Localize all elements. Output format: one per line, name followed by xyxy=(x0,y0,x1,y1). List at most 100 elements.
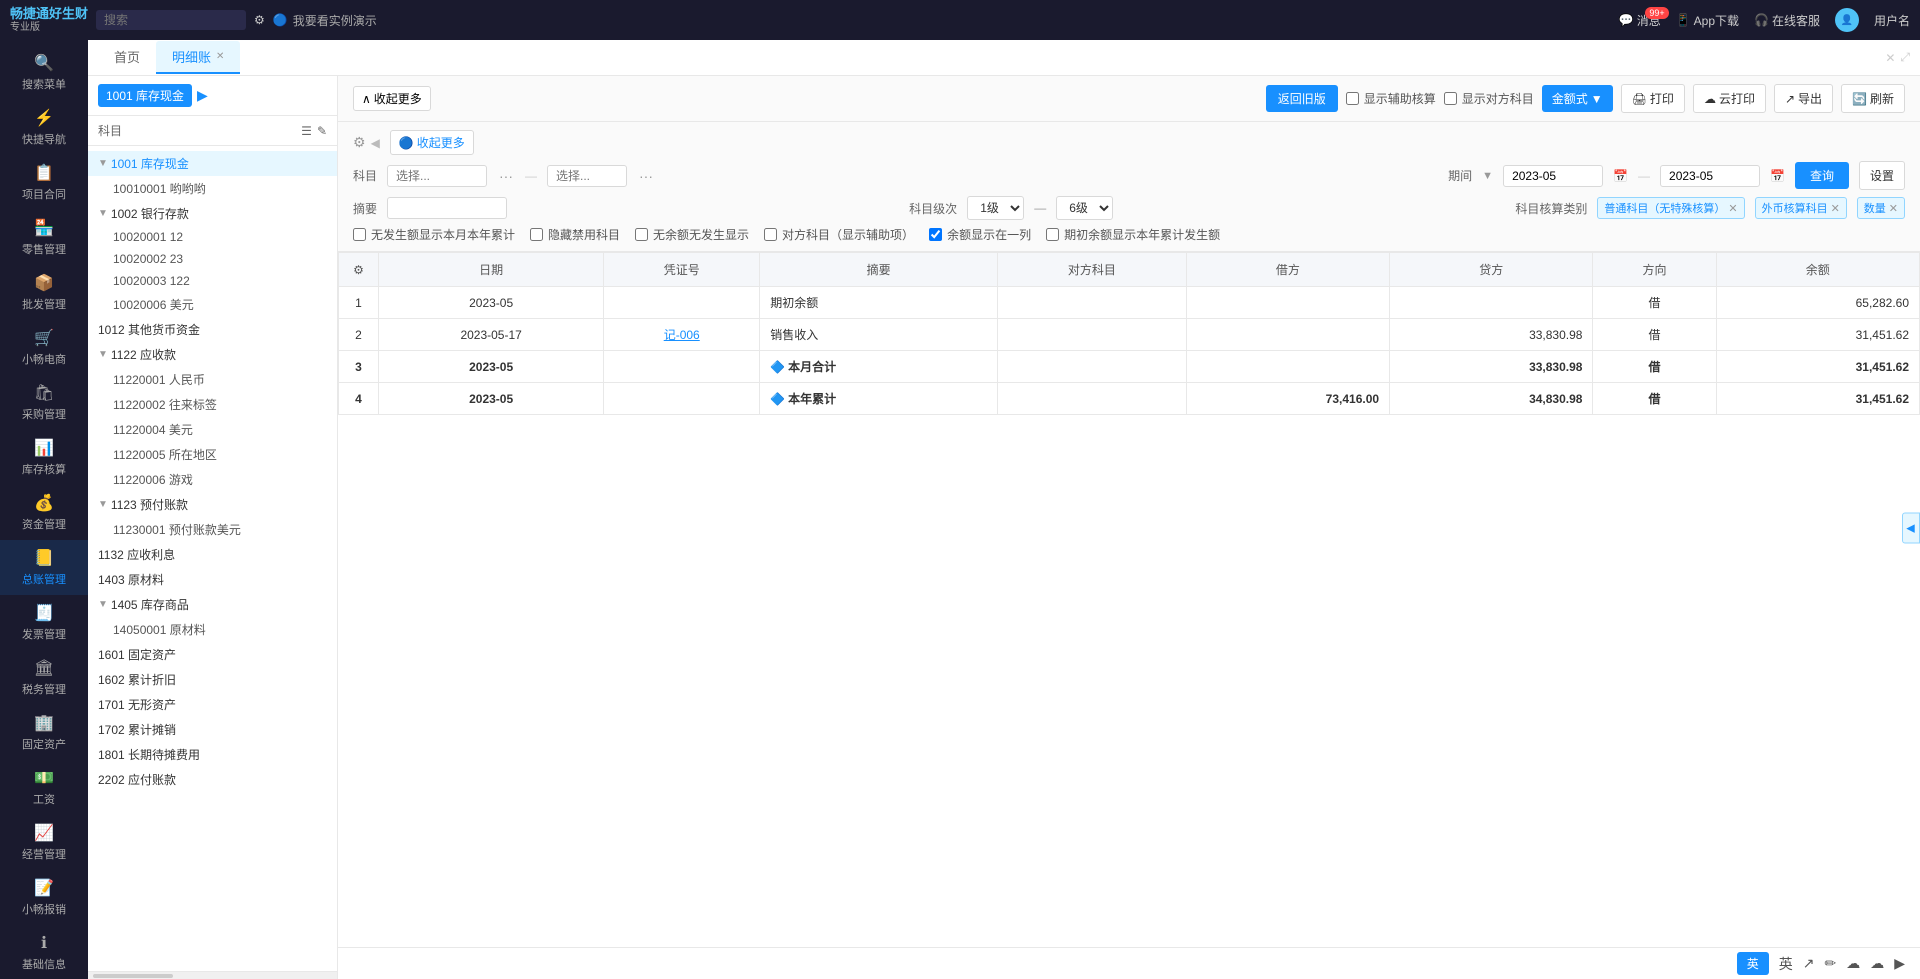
period-start-calendar-icon[interactable]: 📅 xyxy=(1613,169,1628,183)
show-contra-check-label[interactable]: 显示对方科目 xyxy=(1444,90,1534,107)
check-opening-ytd-input[interactable] xyxy=(1046,228,1059,241)
sidebar-item-quicknav[interactable]: ⚡ 快捷导航 xyxy=(0,100,88,155)
check-no-balance[interactable]: 无余额无发生显示 xyxy=(635,226,749,243)
print-btn[interactable]: 🖨 打印 xyxy=(1621,84,1685,113)
app-download-btn[interactable]: 📱 App下载 xyxy=(1676,12,1739,29)
tree-item-2202[interactable]: 2202 应付账款 xyxy=(88,767,337,792)
bottom-icon-1[interactable]: 英 xyxy=(1779,954,1793,974)
sidebar-item-project[interactable]: 📋 项目合同 xyxy=(0,155,88,210)
check-opening-ytd[interactable]: 期初余额显示本年累计发生额 xyxy=(1046,226,1220,243)
return-old-btn[interactable]: 返回旧版 xyxy=(1266,85,1338,112)
top-search-input[interactable] xyxy=(96,10,246,30)
tree-item-1123[interactable]: ▼ 1123 预付账款 xyxy=(88,492,337,517)
notification-area[interactable]: 💬 消息 99+ xyxy=(1619,12,1661,29)
subject-list-icon[interactable]: ☰ xyxy=(301,124,312,138)
period-end-calendar-icon[interactable]: 📅 xyxy=(1770,169,1785,183)
lang-switch-btn[interactable]: 英 xyxy=(1737,952,1769,975)
tree-item-1122[interactable]: ▼ 1122 应收款 xyxy=(88,342,337,367)
filter-tag-foreign-close-icon[interactable]: ✕ xyxy=(1831,202,1840,215)
check-no-amount-input[interactable] xyxy=(353,228,366,241)
cloud-print-btn[interactable]: ☁ 云打印 xyxy=(1693,84,1766,113)
tree-item-14050001[interactable]: 14050001 原材料 xyxy=(88,617,337,642)
tab-expand-btn[interactable]: ⤢ xyxy=(1900,50,1910,65)
tab-close-icon[interactable]: ✕ xyxy=(216,51,224,62)
tree-item-1701[interactable]: 1701 无形资产 xyxy=(88,692,337,717)
nav-arrow-icon[interactable]: ▶ xyxy=(197,87,208,104)
side-expand-tab[interactable]: ◀ xyxy=(1902,512,1920,543)
summary-input[interactable] xyxy=(387,197,507,219)
filter-collapse-arrow-icon[interactable]: ◀ xyxy=(371,136,380,150)
period-dropdown-icon[interactable]: ▼ xyxy=(1482,170,1493,182)
sidebar-item-finance[interactable]: 💰 资金管理 xyxy=(0,485,88,540)
collapse-more-btn[interactable]: ∧ 收起更多 xyxy=(353,86,431,111)
show-aux-checkbox[interactable] xyxy=(1346,92,1359,105)
sidebar-item-invoice[interactable]: 🧾 发票管理 xyxy=(0,595,88,650)
scheme-btn[interactable]: 🔵 收起更多 xyxy=(390,130,474,155)
voucher-link-2[interactable]: 记-006 xyxy=(664,328,700,342)
tree-item-11230001[interactable]: 11230001 预付账款美元 xyxy=(88,517,337,542)
check-contra[interactable]: 对方科目（显示辅助项） xyxy=(764,226,914,243)
sidebar-item-expense[interactable]: 📝 小畅报销 xyxy=(0,870,88,925)
subject-ellipsis-btn[interactable]: ··· xyxy=(497,168,515,184)
tree-item-11220006[interactable]: 11220006 游戏 xyxy=(88,467,337,492)
sidebar-item-assets[interactable]: 🏢 固定资产 xyxy=(0,705,88,760)
tree-item-1001[interactable]: ▼ 1001 库存现金 xyxy=(88,151,337,176)
period-end-input[interactable] xyxy=(1660,165,1760,187)
subject-end-ellipsis-btn[interactable]: ··· xyxy=(637,168,655,184)
tree-item-1002[interactable]: ▼ 1002 银行存款 xyxy=(88,201,337,226)
cell-voucher-2[interactable]: 记-006 xyxy=(604,319,760,351)
check-hide-disabled-input[interactable] xyxy=(530,228,543,241)
sidebar-item-ecommerce[interactable]: 🛒 小畅电商 xyxy=(0,320,88,375)
check-no-balance-input[interactable] xyxy=(635,228,648,241)
filter-tag-quantity[interactable]: 数量 ✕ xyxy=(1857,197,1905,219)
sidebar-item-tax[interactable]: 🏛 税务管理 xyxy=(0,650,88,705)
tree-item-1702[interactable]: 1702 累计摊销 xyxy=(88,717,337,742)
scrollbar-thumb[interactable] xyxy=(93,974,173,978)
sidebar-item-wholesale[interactable]: 📦 批发管理 xyxy=(0,265,88,320)
bottom-icon-3[interactable]: ✏ xyxy=(1824,955,1836,972)
user-avatar[interactable]: 👤 xyxy=(1835,8,1859,32)
filter-tag-normal[interactable]: 普通科目（无特殊核算） ✕ xyxy=(1597,197,1744,219)
bottom-icon-6[interactable]: ▶ xyxy=(1894,955,1905,972)
sidebar-item-retail[interactable]: 🏪 零售管理 xyxy=(0,210,88,265)
refresh-btn[interactable]: 🔄 刷新 xyxy=(1841,84,1905,113)
sidebar-item-salary[interactable]: 💵 工资 xyxy=(0,760,88,815)
current-account-btn[interactable]: 1001 库存现金 xyxy=(98,84,192,107)
tree-item-1601[interactable]: 1601 固定资产 xyxy=(88,642,337,667)
check-balance-one-col[interactable]: 余额显示在一列 xyxy=(929,226,1031,243)
tree-item-1012[interactable]: 1012 其他货币资金 xyxy=(88,317,337,342)
horizontal-scrollbar[interactable] xyxy=(88,971,337,979)
filter-tag-foreign[interactable]: 外币核算科目 ✕ xyxy=(1755,197,1847,219)
tree-item-10020003[interactable]: 10020003 122 xyxy=(88,270,337,292)
tab-home[interactable]: 首页 xyxy=(98,41,156,74)
settings-btn[interactable]: ⚙ xyxy=(254,13,265,27)
tree-item-10020002[interactable]: 10020002 23 xyxy=(88,248,337,270)
tree-item-1602[interactable]: 1602 累计折旧 xyxy=(88,667,337,692)
sidebar-item-purchase[interactable]: 🛍 采购管理 xyxy=(0,375,88,430)
filter-tag-quantity-close-icon[interactable]: ✕ xyxy=(1889,202,1898,215)
tab-close-window-btn[interactable]: ✕ xyxy=(1885,50,1895,65)
tree-item-11220002[interactable]: 11220002 往来标签 xyxy=(88,392,337,417)
subject-filter-input[interactable] xyxy=(387,165,487,187)
tree-item-1801[interactable]: 1801 长期待摊费用 xyxy=(88,742,337,767)
sidebar-item-basic-info[interactable]: ℹ 基础信息 xyxy=(0,925,88,979)
subject-end-input[interactable] xyxy=(547,165,627,187)
tree-item-11220001[interactable]: 11220001 人民币 xyxy=(88,367,337,392)
tree-item-10020001[interactable]: 10020001 12 xyxy=(88,226,337,248)
subject-edit-icon[interactable]: ✎ xyxy=(317,124,327,138)
period-start-input[interactable] xyxy=(1503,165,1603,187)
show-aux-check-label[interactable]: 显示辅助核算 xyxy=(1346,90,1436,107)
filter-settings-icon[interactable]: ⚙ xyxy=(353,134,366,151)
check-balance-one-col-input[interactable] xyxy=(929,228,942,241)
filter-tag-normal-close-icon[interactable]: ✕ xyxy=(1728,202,1737,215)
tree-item-1405[interactable]: ▼ 1405 库存商品 xyxy=(88,592,337,617)
bottom-icon-5[interactable]: ☁ xyxy=(1870,955,1884,972)
amount-format-btn[interactable]: 金额式 ▼ xyxy=(1542,85,1613,112)
tree-item-11220005[interactable]: 11220005 所在地区 xyxy=(88,442,337,467)
export-btn[interactable]: ↗ 导出 xyxy=(1774,84,1833,113)
tree-item-1403[interactable]: 1403 原材料 xyxy=(88,567,337,592)
settings-link-btn[interactable]: 设置 xyxy=(1859,161,1905,190)
sidebar-item-search[interactable]: 🔍 搜索菜单 xyxy=(0,45,88,100)
tree-item-10020006[interactable]: 10020006 美元 xyxy=(88,292,337,317)
check-hide-disabled[interactable]: 隐藏禁用科目 xyxy=(530,226,620,243)
